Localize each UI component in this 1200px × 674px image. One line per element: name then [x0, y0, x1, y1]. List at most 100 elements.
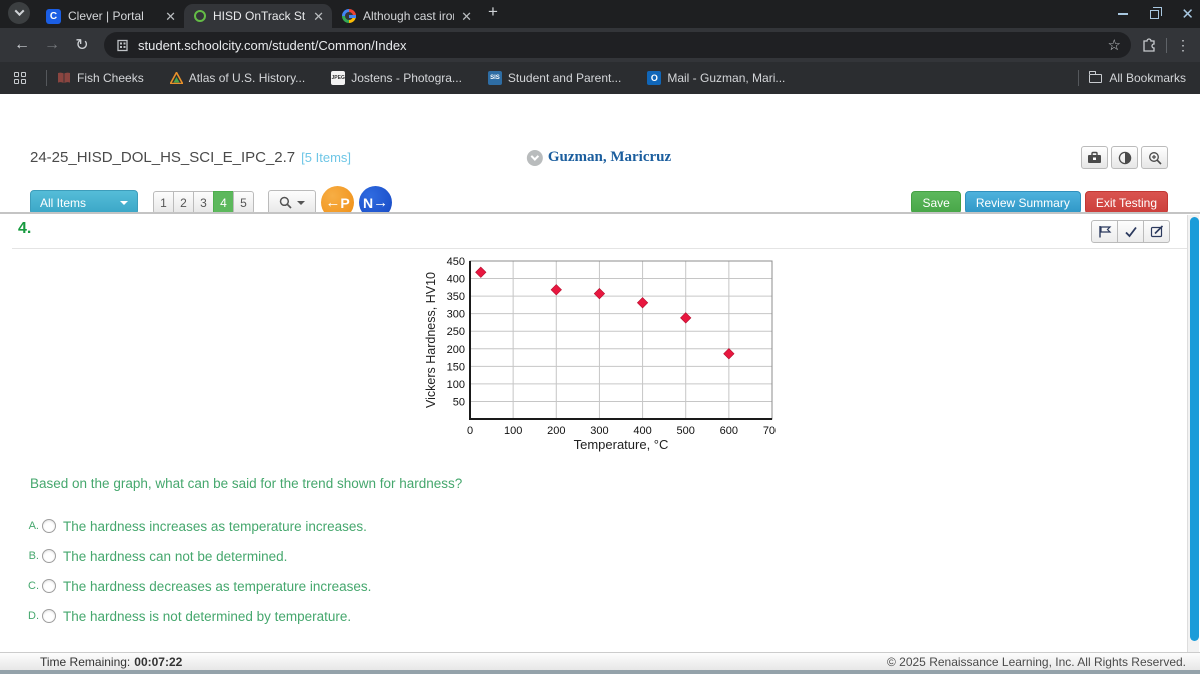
option-text: The hardness increases as temperature in… [63, 518, 367, 534]
exit-testing-button[interactable]: Exit Testing [1084, 191, 1168, 214]
bookmark-fish-cheeks[interactable]: Fish Cheeks [57, 71, 144, 85]
scrollbar-track[interactable] [1187, 215, 1199, 652]
option-text: The hardness can not be determined. [63, 548, 288, 564]
bookmark-label: Atlas of U.S. History... [188, 71, 306, 85]
scrollbar-thumb[interactable] [1189, 217, 1199, 641]
radio-button[interactable] [42, 549, 56, 563]
tab-clever-portal[interactable]: C Clever | Portal ✕ [36, 4, 184, 28]
svg-text:100: 100 [504, 425, 522, 437]
option-c[interactable]: C. The hardness decreases as temperature… [23, 571, 1200, 601]
toolbar-divider [1166, 37, 1167, 53]
bookmark-outlook-mail[interactable]: O Mail - Guzman, Mari... [647, 71, 785, 85]
radio-button[interactable] [42, 579, 56, 593]
copyright-text: © 2025 Renaissance Learning, Inc. All Ri… [886, 654, 1186, 669]
option-letter: C. [28, 580, 39, 592]
zoom-button[interactable] [1141, 146, 1168, 169]
search-icon [279, 196, 292, 209]
tab-search-button[interactable] [8, 1, 30, 24]
radio-button[interactable] [42, 519, 56, 533]
bookmark-label: Fish Cheeks [77, 71, 144, 85]
browser-tabstrip: C Clever | Portal ✕ HISD OnTrack Student… [0, 0, 1200, 28]
apps-grid-icon[interactable] [14, 72, 26, 84]
hardness-chart: 0 100 200 300 400 500 600 700 50 100 150 200 250 300 3… [424, 256, 776, 452]
radio-button[interactable] [42, 609, 56, 623]
svg-text:150: 150 [447, 361, 465, 373]
tab-google-search[interactable]: Although cast iron will conduct ✕ [332, 4, 480, 28]
time-remaining-value: 00:07:22 [134, 654, 183, 669]
restore-icon[interactable] [1150, 6, 1163, 19]
option-a[interactable]: A. The hardness increases as temperature… [23, 511, 1200, 541]
test-header: 24-25_HISD_DOL_HS_SCI_E_IPC_2.7 [5 Items… [0, 94, 1200, 219]
folder-icon [1089, 70, 1103, 83]
option-letter: B. [28, 550, 39, 562]
page-button-2[interactable]: 2 [173, 191, 194, 214]
address-bar[interactable]: student.schoolcity.com/student/Common/In… [104, 32, 1131, 58]
test-title: 24-25_HISD_DOL_HS_SCI_E_IPC_2.7 [30, 149, 296, 166]
window-controls: ✕ [1118, 0, 1194, 28]
bottom-strip [0, 670, 1200, 674]
svg-text:0: 0 [467, 425, 473, 437]
bookmark-label: Jostens - Photogra... [351, 71, 462, 85]
svg-text:Vickers Hardness, HV10: Vickers Hardness, HV10 [424, 272, 438, 408]
bookmark-sis[interactable]: SIS Student and Parent... [487, 71, 621, 85]
toolbox-icon [1088, 151, 1101, 163]
site-info-icon[interactable] [116, 39, 129, 52]
footer-bar: Time Remaining: 00:07:22 © 2025 Renaissa… [0, 652, 1200, 670]
save-button[interactable]: Save [911, 191, 961, 214]
svg-text:200: 200 [547, 425, 565, 437]
tab-close-icon[interactable]: ✕ [313, 10, 324, 23]
page-content: 24-25_HISD_DOL_HS_SCI_E_IPC_2.7 [5 Items… [0, 94, 1200, 674]
bookmark-atlas[interactable]: Atlas of U.S. History... [169, 71, 306, 85]
item-pager: 1 2 3 4 5 [153, 191, 254, 214]
bookmark-label: Mail - Guzman, Mari... [667, 71, 786, 85]
page-button-4-active[interactable]: 4 [213, 191, 234, 214]
close-icon[interactable]: ✕ [1181, 7, 1194, 22]
outlook-favicon-icon: O [647, 71, 662, 85]
all-bookmarks-button[interactable]: All Bookmarks [1109, 71, 1186, 85]
option-text: The hardness is not determined by temper… [63, 608, 352, 624]
reload-icon[interactable]: ↻ [70, 35, 94, 55]
option-d[interactable]: D. The hardness is not determined by tem… [23, 601, 1200, 631]
review-summary-button[interactable]: Review Summary [964, 191, 1081, 214]
filter-label: All Items [40, 195, 87, 210]
back-icon[interactable]: ← [10, 36, 34, 54]
option-letter: A. [28, 520, 39, 532]
svg-text:700: 700 [763, 425, 776, 437]
tab-close-icon[interactable]: ✕ [165, 10, 176, 23]
chart-area: 0 100 200 300 400 500 600 700 50 100 150 200 250 300 3… [0, 254, 1200, 452]
mark-answer-button[interactable] [1117, 220, 1144, 243]
svg-text:100: 100 [447, 379, 465, 391]
flag-question-button[interactable] [1091, 220, 1118, 243]
svg-text:600: 600 [720, 425, 738, 437]
contrast-button[interactable] [1111, 146, 1138, 169]
notes-button[interactable] [1143, 220, 1170, 243]
bookmarks-divider [1078, 70, 1080, 86]
option-b[interactable]: B. The hardness can not be determined. [23, 541, 1200, 571]
arrow-right-icon: → [373, 194, 389, 211]
bookmark-jostens[interactable]: JPEG Jostens - Photogra... [331, 71, 462, 85]
extensions-puzzle-icon[interactable] [1141, 37, 1157, 53]
new-tab-button[interactable]: + [488, 2, 498, 22]
svg-text:400: 400 [447, 274, 465, 286]
toolbox-button[interactable] [1081, 146, 1108, 169]
page-button-1[interactable]: 1 [153, 191, 174, 214]
forward-icon[interactable]: → [40, 36, 64, 54]
tab-close-icon[interactable]: ✕ [461, 10, 472, 23]
page-button-5[interactable]: 5 [233, 191, 254, 214]
atlas-triangle-icon [169, 72, 183, 84]
svg-text:300: 300 [590, 425, 608, 437]
items-count-badge: [5 Items] [301, 150, 352, 165]
tab-title: HISD OnTrack Student | Renais [213, 9, 306, 23]
bookmark-star-icon[interactable]: ☆ [1108, 36, 1121, 54]
sis-favicon-icon: SIS [487, 71, 502, 85]
chevron-down-icon [120, 200, 128, 205]
student-name-toggle[interactable]: Guzman, Maricruz [526, 149, 671, 166]
url-text[interactable]: student.schoolcity.com/student/Common/In… [138, 38, 1099, 53]
bookmarks-divider [46, 70, 47, 86]
browser-menu-icon[interactable]: ⋮ [1176, 37, 1190, 54]
tab-hisd-ontrack[interactable]: HISD OnTrack Student | Renais ✕ [184, 4, 332, 28]
minimize-icon[interactable] [1118, 13, 1129, 15]
page-button-3[interactable]: 3 [193, 191, 214, 214]
bookmarks-bar: Fish Cheeks Atlas of U.S. History... JPE… [0, 62, 1200, 94]
svg-text:Temperature, °C: Temperature, °C [574, 437, 669, 452]
